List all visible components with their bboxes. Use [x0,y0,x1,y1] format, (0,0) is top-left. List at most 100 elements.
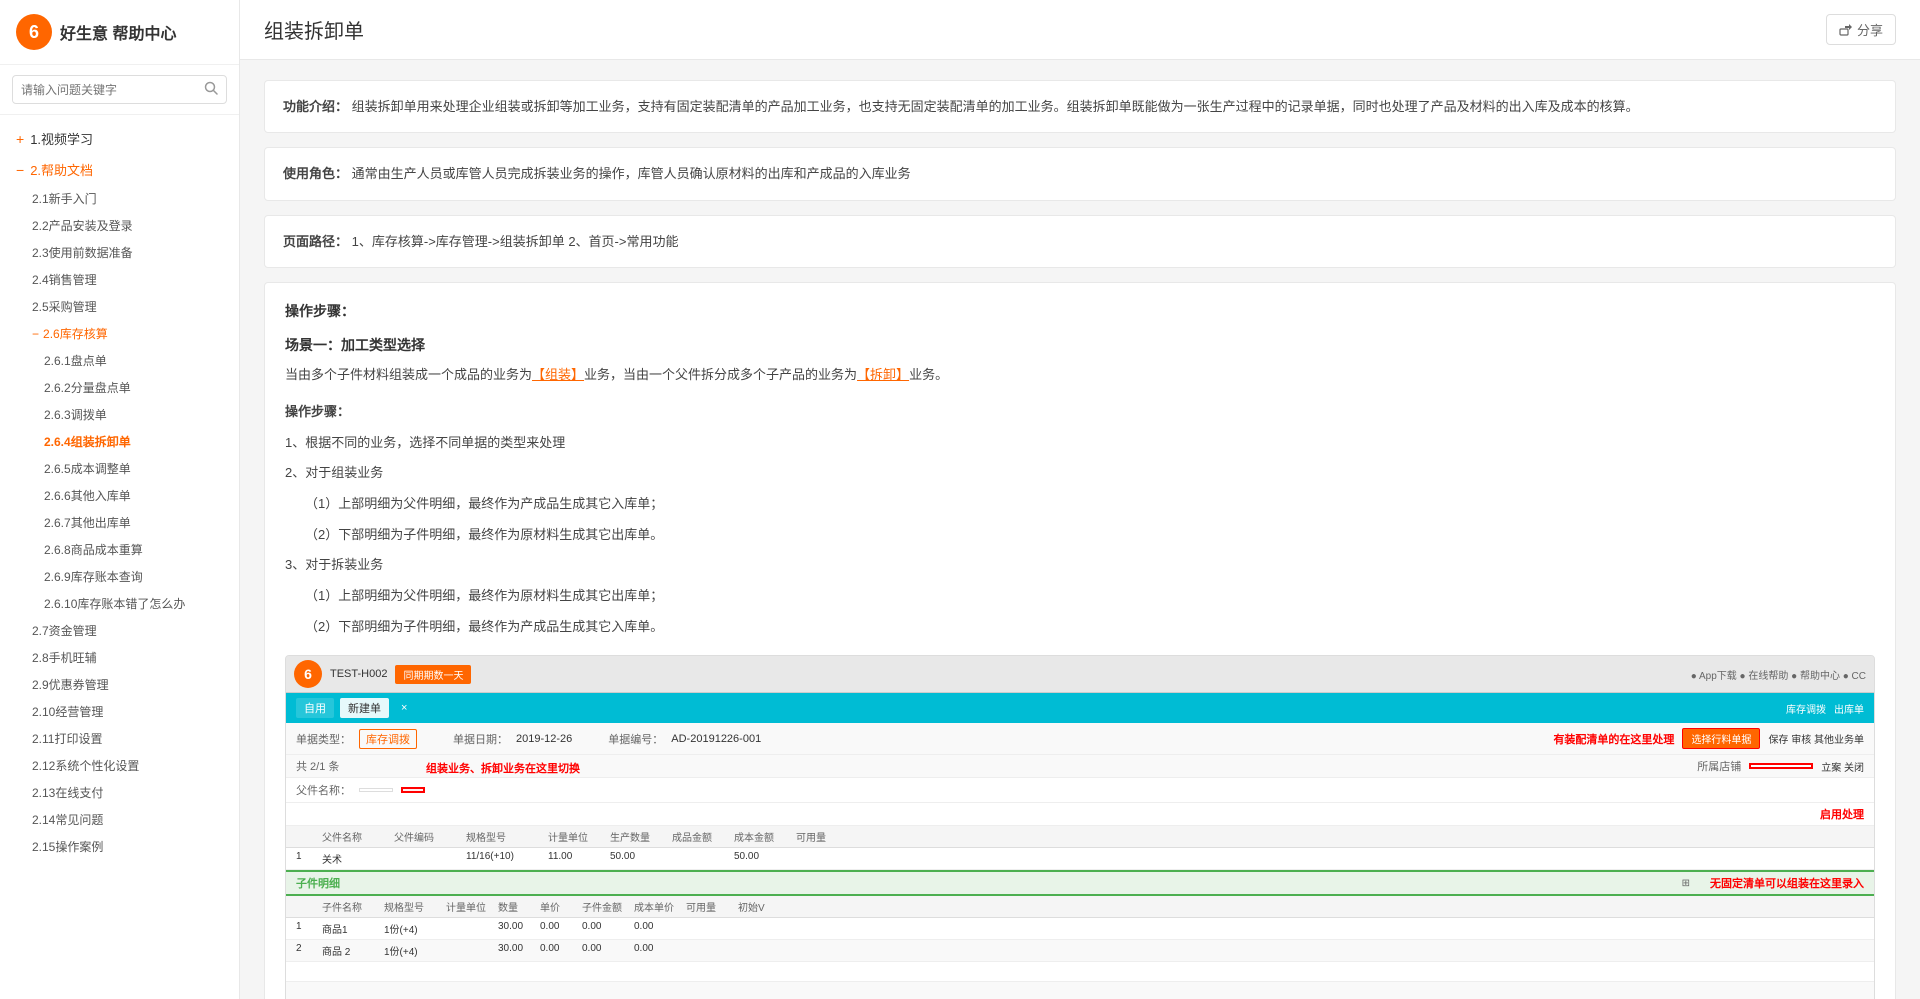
sidebar-item-finance[interactable]: 2.7资金管理 [24,617,239,644]
path-block: 页面路径： 1、库存核算->库存管理->组装拆卸单 2、首页->常用功能 [264,215,1896,268]
sidebar-item-other-in[interactable]: 2.6.6其他入库单 [36,482,239,509]
ss-store-field [1749,763,1813,769]
ss-header-bar: 自用 新建单 × 库存调拨出库单 [286,693,1874,723]
sidebar-item-stock-fix[interactable]: 2.6.10库存账本错了怎么办 [36,590,239,617]
sidebar-item-purchase[interactable]: 2.5采购管理 [24,293,239,320]
ops-title: 操作步骤： [285,301,1875,321]
ss-no-val: AD-20191226-001 [671,733,761,745]
sidebar: 6 好生意 帮助中心 + 1.视频学习 − 2.帮助文档 2.1新手入门 2.2… [0,0,240,999]
logo-text: 好生意 帮助中心 [60,20,176,44]
minus-icon: − [16,162,24,178]
intro-text: 组装拆卸单用来处理企业组装或拆卸等加工业务，支持有固定装配清单的产品加工业务，也… [352,99,1639,114]
sidebar-item-cost-adj[interactable]: 2.6.5成本调整单 [36,455,239,482]
ss-expand-icon: ⊞ [1682,878,1690,889]
sidebar-item-partial-stocktake[interactable]: 2.6.2分量盘点单 [36,374,239,401]
search-area [0,65,239,115]
ss-divider-row: 子件明细 ⊞ 无固定清单可以组装在这里录入 [286,870,1874,896]
ss-apply-btn: 立案 关闭 [1821,759,1864,774]
ss-doctype-label: 单据类型： [296,731,351,747]
nav-list: + 1.视频学习 − 2.帮助文档 2.1新手入门 2.2产品安装及登录 2.3… [0,115,239,999]
ss-form-row: 单据类型： 库存调拨 单据日期： 2019-12-26 单据编号： AD-201… [286,723,1874,755]
sidebar-item-payment[interactable]: 2.13在线支付 [24,779,239,806]
ss-tabs-right: 库存调拨出库单 [1786,701,1864,716]
role-block: 使用角色： 通常由生产人员或库管人员完成拆装业务的操作，库管人员确认原材料的出库… [264,147,1896,200]
sidebar-category-label: 2.帮助文档 [30,160,93,179]
step3-sub1: （1）上部明细为父件明细，最终作为原材料生成其它出库单； [305,584,1875,609]
ss-type-field [401,787,425,793]
sidebar-item-mobile[interactable]: 2.8手机旺辅 [24,644,239,671]
ss-annotation3: 组装业务、拆卸业务在这里切换 [426,760,580,776]
sidebar-item-customization[interactable]: 2.12系统个性化设置 [24,752,239,779]
page-title: 组装拆卸单 [264,15,364,44]
step2: 2、对于组装业务 [285,461,1875,486]
sidebar-item-assembly[interactable]: 2.6.4组装拆卸单 [36,428,239,455]
role-text: 通常由生产人员或库管人员完成拆装业务的操作，库管人员确认原材料的出库和产成品的入… [352,166,911,181]
ss-subrow-1: 1商品11份(+4)30.000.000.000.00 [286,918,1874,940]
step2-sub2: （2）下部明细为子件明细，最终作为原材料生成其它出库单。 [305,523,1875,548]
plus-icon: + [16,131,24,147]
step-title: 操作步骤： [285,400,1875,425]
sidebar-item-other-out[interactable]: 2.6.7其他出库单 [36,509,239,536]
sidebar-item-docs[interactable]: − 2.帮助文档 [0,154,239,185]
ss-extra-btns: 保存 审核 其他业务单 [1768,731,1864,746]
step2-sub1: （1）上部明细为父件明细，最终作为产成品生成其它入库单； [305,492,1875,517]
share-button[interactable]: 分享 [1826,14,1896,45]
ss-enable-row: 启用处理 [286,803,1874,826]
logo-icon: 6 [16,14,52,50]
ss-tab-close: × [395,700,413,716]
sidebar-item-coupon[interactable]: 2.9优惠券管理 [24,671,239,698]
ss-select-doc-btn: 选择行料单据 [1682,728,1760,749]
sidebar-item-cost-recalc[interactable]: 2.6.8商品成本重算 [36,536,239,563]
ss-parts-field [359,788,393,792]
intro-block: 功能介绍： 组装拆卸单用来处理企业组装或拆卸等加工业务，支持有固定装配清单的产品… [264,80,1896,133]
share-label: 分享 [1857,20,1883,39]
screenshot: 6 TEST-H002 同期期数一天 ● App下载 ● 在线帮助 ● 帮助中心… [285,655,1875,999]
ss-tab-neworder: 新建单 [340,698,389,718]
ss-no-label: 单据编号： [608,731,663,747]
sidebar-item-cases[interactable]: 2.15操作案例 [24,833,239,860]
content-area: 功能介绍： 组装拆卸单用来处理企业组装或拆卸等加工业务，支持有固定装配清单的产品… [240,60,1920,999]
search-button[interactable] [196,76,226,103]
ss-subtable-header: 子件名称 规格型号 计量单位 数量 单价 子件金额 成本单价 可用量 初始V [286,896,1874,918]
sidebar-item-dataprep[interactable]: 2.3使用前数据准备 [24,239,239,266]
sidebar-item-faq[interactable]: 2.14常见问题 [24,806,239,833]
sidebar-item-print[interactable]: 2.11打印设置 [24,725,239,752]
ss-company: TEST-H002 [330,668,387,680]
sidebar-item-stocktake[interactable]: 2.6.1盘点单 [36,347,239,374]
ss-tab-ziyong: 自用 [296,698,334,718]
docs-subitems: 2.1新手入门 2.2产品安装及登录 2.3使用前数据准备 2.4销售管理 2.… [0,185,239,860]
inventory-label: 2.6库存核算 [43,325,108,342]
scene1-desc: 当由多个子件材料组装成一个成品的业务为【组装】业务，当由一个父件拆分成多个子产品… [285,363,1875,388]
logo-area: 6 好生意 帮助中心 [0,0,239,65]
steps-detail: 操作步骤： 1、根据不同的业务，选择不同单据的类型来处理 2、对于组装业务 （1… [285,400,1875,640]
ss-subrow-3 [286,962,1874,982]
sidebar-item-stock-ledger[interactable]: 2.6.9库存账本查询 [36,563,239,590]
ss-subtable-label: 子件明细 [296,875,340,891]
search-input[interactable] [13,78,196,102]
main-content: 组装拆卸单 分享 功能介绍： 组装拆卸单用来处理企业组装或拆卸等加工业务，支持有… [240,0,1920,999]
ss-subrow-2: 2商品 21份(+4)30.000.000.000.00 [286,940,1874,962]
ss-date-label: 单据日期： [453,731,508,747]
ss-parts-label: 父件名称： [296,782,351,798]
sidebar-item-newuser[interactable]: 2.1新手入门 [24,185,239,212]
ss-table-row-1: 1 关术 11/16(+10) 11.00 50.00 50.00 [286,848,1874,870]
sidebar-item-sales[interactable]: 2.4销售管理 [24,266,239,293]
ss-table-header: 父件名称 父件编码 规格型号 计量单位 生产数量 成品金额 成本金额 可用量 [286,826,1874,848]
sidebar-item-ops[interactable]: 2.10经营管理 [24,698,239,725]
sidebar-item-videos[interactable]: + 1.视频学习 [0,123,239,154]
step3: 3、对于拆装业务 [285,553,1875,578]
path-text: 1、库存核算->库存管理->组装拆卸单 2、首页->常用功能 [352,234,679,249]
ss-date-val: 2019-12-26 [516,733,572,745]
role-label: 使用角色： [283,166,348,181]
ss-doctype-val: 库存调拨 [359,729,417,749]
sidebar-item-install[interactable]: 2.2产品安装及登录 [24,212,239,239]
sidebar-item-transfer[interactable]: 2.6.3调拨单 [36,401,239,428]
ss-type-row: 父件名称： 组装业务、拆卸业务在这里切换 [286,778,1874,803]
ss-annotation5: 无固定清单可以组装在这里录入 [1710,875,1864,891]
path-label: 页面路径： [283,234,348,249]
ss-orange-btn: 同期期数一天 [395,665,471,684]
ss-count-label: 共 2/1 条 [296,758,339,774]
ss-annotation4: 启用处理 [1820,806,1864,822]
ss-icons: ● App下载 ● 在线帮助 ● 帮助中心 ● CC [1691,667,1866,682]
sidebar-item-inventory: − 2.6库存核算 2.6.1盘点单 2.6.2分量盘点单 2.6.3调拨单 2… [24,320,239,617]
